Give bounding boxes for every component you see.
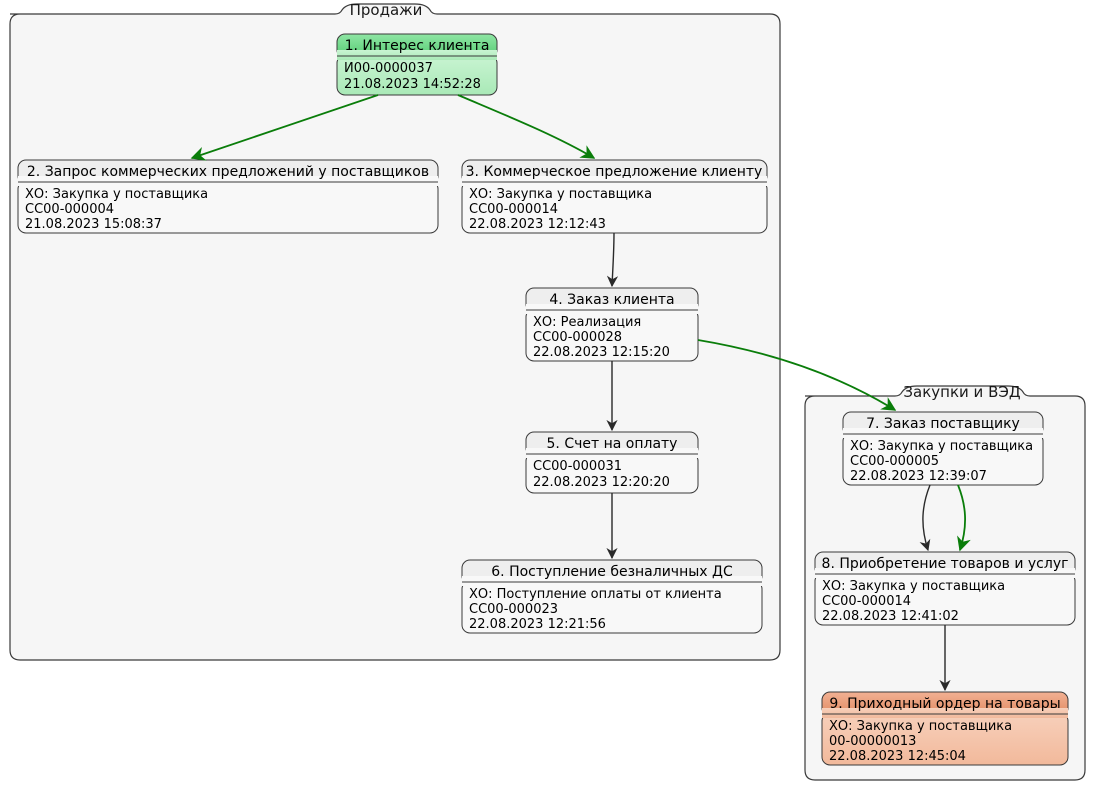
node-7-line2: 22.08.2023 12:39:07 <box>850 469 987 484</box>
node-1-line0: И00-0000037 <box>344 61 433 76</box>
node-7-line1: СС00-000005 <box>850 454 939 469</box>
node-1-line1: 21.08.2023 14:52:28 <box>344 77 481 92</box>
node-9-line2: 22.08.2023 12:45:04 <box>829 749 966 764</box>
node-4-line0: ХО: Реализация <box>533 315 641 330</box>
node-4-line2: 22.08.2023 12:15:20 <box>533 345 670 360</box>
node-3-line0: ХО: Закупка у поставщика <box>469 187 652 202</box>
frame-purchases-label: Закупки и ВЭД <box>903 383 1020 401</box>
node-9-goods-receipt-order[interactable]: 9. Приходный ордер на товары ХО: Закупка… <box>822 692 1068 765</box>
node-3-commercial-offer[interactable]: 3. Коммерческое предложение клиенту ХО: … <box>462 160 767 233</box>
node-8-line1: СС00-000014 <box>822 594 911 609</box>
node-5-title: 5. Счет на оплату <box>547 436 678 452</box>
node-5-invoice[interactable]: 5. Счет на оплату СС00-000031 22.08.2023… <box>526 432 698 493</box>
node-6-line0: ХО: Поступление оплаты от клиента <box>469 587 722 602</box>
node-6-line2: 22.08.2023 12:21:56 <box>469 617 606 632</box>
node-4-line1: СС00-000028 <box>533 330 622 345</box>
node-9-title: 9. Приходный ордер на товары <box>829 696 1060 712</box>
node-2-line2: 21.08.2023 15:08:37 <box>25 217 162 232</box>
node-8-goods-services-acquisition[interactable]: 8. Приобретение товаров и услуг ХО: Заку… <box>815 552 1075 625</box>
node-8-line2: 22.08.2023 12:41:02 <box>822 609 959 624</box>
node-3-title: 3. Коммерческое предложение клиенту <box>466 164 763 180</box>
node-6-title: 6. Поступление безналичных ДС <box>491 564 733 580</box>
node-8-line0: ХО: Закупка у поставщика <box>822 579 1005 594</box>
node-2-title: 2. Запрос коммерческих предложений у пос… <box>27 164 429 180</box>
node-4-customer-order[interactable]: 4. Заказ клиента ХО: Реализация СС00-000… <box>526 288 698 361</box>
frame-sales-label: Продажи <box>350 1 423 19</box>
node-4-title: 4. Заказ клиента <box>549 292 674 308</box>
node-1-customer-interest[interactable]: 1. Интерес клиента И00-0000037 21.08.202… <box>337 34 497 95</box>
node-5-line0: СС00-000031 <box>533 459 622 474</box>
node-7-line0: ХО: Закупка у поставщика <box>850 439 1033 454</box>
node-5-line1: 22.08.2023 12:20:20 <box>533 475 670 490</box>
node-2-line1: СС00-000004 <box>25 202 114 217</box>
node-7-supplier-order[interactable]: 7. Заказ поставщику ХО: Закупка у постав… <box>843 412 1043 485</box>
node-1-title: 1. Интерес клиента <box>345 38 490 54</box>
node-6-cashless-receipt[interactable]: 6. Поступление безналичных ДС ХО: Поступ… <box>462 560 762 633</box>
node-3-line1: СС00-000014 <box>469 202 558 217</box>
node-7-title: 7. Заказ поставщику <box>866 416 1020 432</box>
node-3-line2: 22.08.2023 12:12:43 <box>469 217 606 232</box>
node-6-line1: СС00-000023 <box>469 602 558 617</box>
node-9-line1: 00-00000013 <box>829 734 916 749</box>
node-2-rfq-suppliers[interactable]: 2. Запрос коммерческих предложений у пос… <box>18 160 438 233</box>
node-2-line0: ХО: Закупка у поставщика <box>25 187 208 202</box>
node-9-line0: ХО: Закупка у поставщика <box>829 719 1012 734</box>
node-8-title: 8. Приобретение товаров и услуг <box>822 556 1069 572</box>
